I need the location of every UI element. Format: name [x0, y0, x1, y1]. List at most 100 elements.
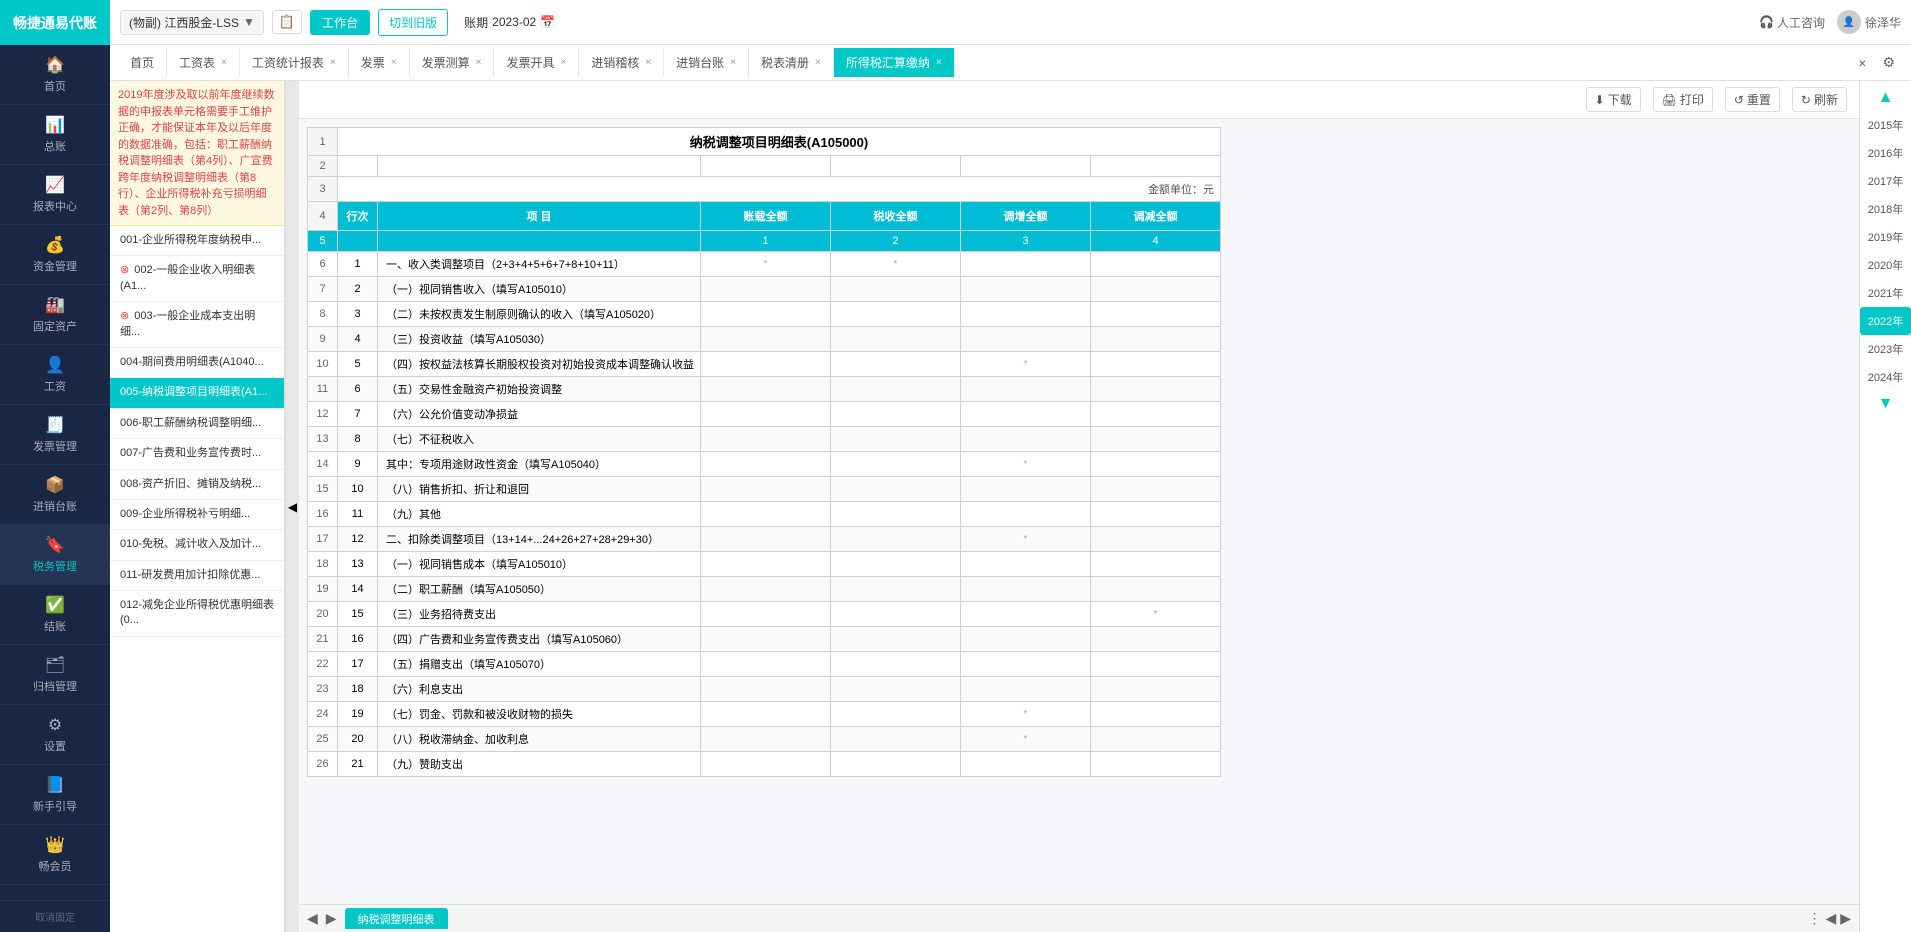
tabs-setting-button[interactable]: ⚙	[1874, 50, 1903, 75]
refresh-button[interactable]: ↻ 刷新	[1792, 87, 1847, 112]
left-list-item-009[interactable]: 009-企业所得税补亏明细...	[110, 500, 284, 530]
scroll-left-icon[interactable]: ◀	[307, 910, 318, 927]
reset-button[interactable]: ↺ 重置	[1725, 87, 1780, 112]
table-row: 83（二）未按权责发生制原则确认的收入（填写A105020）	[308, 302, 1221, 327]
tab-income-tax[interactable]: 所得税汇算缴纳×	[834, 48, 955, 77]
tabs-close-button[interactable]: ×	[1850, 51, 1874, 75]
left-list-item-010[interactable]: 010-免税、减计收入及加计...	[110, 530, 284, 560]
tab-close-invoice-open[interactable]: ×	[560, 57, 566, 68]
invoice-mgmt-icon: 🧾	[45, 415, 65, 435]
left-list-item-006[interactable]: 006-职工薪酬纳税调整明细...	[110, 409, 284, 439]
tab-invoice-calc[interactable]: 发票测算×	[410, 48, 495, 77]
tab-salary-stat[interactable]: 工资统计报表×	[240, 48, 349, 77]
left-list-item-008[interactable]: 008-资产折旧、摊销及纳税...	[110, 470, 284, 500]
tab-close-salary[interactable]: ×	[221, 57, 227, 68]
user-name: 徐泽华	[1865, 14, 1901, 31]
sub-header-1	[378, 231, 701, 252]
period-value: 2023-02	[492, 15, 536, 29]
vip-icon: 👑	[45, 835, 65, 855]
left-list-item-011[interactable]: 011-研发费用加计扣除优惠...	[110, 561, 284, 591]
left-list-item-003[interactable]: ⊗ 003-一般企业成本支出明细...	[110, 302, 284, 348]
table-row: 2318（六）利息支出	[308, 677, 1221, 702]
sidebar-footer[interactable]: 取消固定	[0, 900, 110, 932]
print-button[interactable]: 🖨 打印	[1653, 87, 1713, 112]
year-down-icon[interactable]: ▼	[1874, 391, 1898, 417]
bottom-tab-tax[interactable]: 纳税调整明细表	[345, 908, 448, 929]
sidebar-item-salary[interactable]: 👤工资	[0, 345, 110, 405]
user-menu[interactable]: 👤 徐泽华	[1837, 10, 1901, 34]
scroll-right-icon[interactable]: ▶	[326, 910, 337, 927]
topbar: (物副) 江西股金-LSS ▼ 📋 工作台 切到旧版 账期 2023-02 📅 …	[110, 0, 1911, 45]
tab-home[interactable]: 首页	[118, 48, 167, 77]
tab-close-income-tax[interactable]: ×	[936, 57, 942, 68]
sidebar-item-vip[interactable]: 👑畅会员	[0, 825, 110, 885]
tab-close-input-tax[interactable]: ×	[645, 57, 651, 68]
copy-button[interactable]: 📋	[272, 10, 302, 34]
left-list-item-002[interactable]: ⊗ 002-一般企业收入明细表(A1...	[110, 256, 284, 302]
year-item-2016年[interactable]: 2016年	[1860, 139, 1911, 167]
download-button[interactable]: ⬇ 下载	[1586, 87, 1641, 112]
sub-header-4: 3	[961, 231, 1091, 252]
home-icon: 🏠	[45, 55, 65, 75]
print-icon: 🖨	[1662, 93, 1677, 107]
salary-icon: 👤	[45, 355, 65, 375]
year-up-icon[interactable]: ▲	[1874, 85, 1898, 111]
year-item-2018年[interactable]: 2018年	[1860, 195, 1911, 223]
year-item-2015年[interactable]: 2015年	[1860, 111, 1911, 139]
year-item-2023年[interactable]: 2023年	[1860, 335, 1911, 363]
left-list-item-001[interactable]: 001-企业所得税年度纳税申...	[110, 226, 284, 256]
sidebar-item-settings[interactable]: ⚙设置	[0, 705, 110, 765]
archive-icon: 🗂	[45, 655, 65, 675]
table-row: 105（四）按权益法核算长期股权投资对初始投资成本调整确认收益*	[308, 352, 1221, 377]
old-version-button[interactable]: 切到旧版	[378, 9, 448, 36]
sidebar-item-settlement[interactable]: ✅结账	[0, 585, 110, 645]
error-dot: ⊗	[120, 264, 132, 276]
sidebar-item-report[interactable]: 📈报表中心	[0, 165, 110, 225]
sidebar-item-guide[interactable]: 📘新手引导	[0, 765, 110, 825]
content-area: 2019年度涉及取以前年度继续数据的申报表单元格需要手工维护正确，才能保证本年及…	[110, 81, 1911, 932]
sidebar-item-archive[interactable]: 🗂归档管理	[0, 645, 110, 705]
sidebar-item-general-ledger[interactable]: 📊总账	[0, 105, 110, 165]
row-num-3: 3	[308, 177, 338, 202]
sidebar-item-invoice-mgmt[interactable]: 🧾发票管理	[0, 405, 110, 465]
main-content: ⬇ 下载 🖨 打印 ↺ 重置 ↻ 刷新 1纳税调整项目	[299, 81, 1859, 932]
left-list-item-004[interactable]: 004-期间费用明细表(A1040...	[110, 348, 284, 378]
left-list-item-012[interactable]: 012-减免企业所得税优惠明细表(0...	[110, 591, 284, 637]
table-row: 94（三）投资收益（填写A105030）	[308, 327, 1221, 352]
tab-close-invoice-calc[interactable]: ×	[476, 57, 482, 68]
year-item-2017年[interactable]: 2017年	[1860, 167, 1911, 195]
year-panel: ▲2015年2016年2017年2018年2019年2020年2021年2022…	[1859, 81, 1911, 932]
tab-salary[interactable]: 工资表×	[167, 48, 240, 77]
sidebar-item-tax-mgmt[interactable]: 🔖税务管理	[0, 525, 110, 585]
tab-close-input-ledger[interactable]: ×	[730, 57, 736, 68]
sidebar-item-purchase-sales[interactable]: 📦进销台账	[0, 465, 110, 525]
collapse-button[interactable]: ◀	[285, 81, 299, 932]
workbench-button[interactable]: 工作台	[310, 10, 370, 35]
tab-close-tax-clear[interactable]: ×	[815, 57, 821, 68]
settings-icon: ⚙	[48, 715, 62, 735]
tab-input-ledger[interactable]: 进销台账×	[664, 48, 749, 77]
year-item-2021年[interactable]: 2021年	[1860, 279, 1911, 307]
company-selector[interactable]: (物副) 江西股金-LSS ▼	[120, 10, 264, 35]
sidebar-item-home[interactable]: 🏠首页	[0, 45, 110, 105]
tab-invoice-open[interactable]: 发票开具×	[494, 48, 579, 77]
left-list-item-005[interactable]: 005-纳税调整项目明细表(A1...	[110, 378, 284, 408]
tab-close-salary-stat[interactable]: ×	[330, 57, 336, 68]
year-item-2024年[interactable]: 2024年	[1860, 363, 1911, 391]
tab-input-tax[interactable]: 进销稽核×	[579, 48, 664, 77]
year-item-2019年[interactable]: 2019年	[1860, 223, 1911, 251]
year-item-2022年[interactable]: 2022年	[1860, 307, 1911, 335]
table-row: 116（五）交易性金融资产初始投资调整	[308, 377, 1221, 402]
col-header-3: 税收全额	[831, 202, 961, 231]
left-list-item-007[interactable]: 007-广告费和业务宣传费时...	[110, 439, 284, 469]
tab-invoice[interactable]: 发票×	[349, 48, 410, 77]
sidebar: 畅捷通易代账 🏠首页📊总账📈报表中心💰资金管理🏭固定资产👤工资🧾发票管理📦进销台…	[0, 0, 110, 932]
period-selector[interactable]: 账期 2023-02 📅	[464, 14, 555, 31]
service-btn[interactable]: 🎧 人工咨询	[1759, 14, 1825, 31]
settlement-icon: ✅	[45, 595, 65, 615]
tab-tax-clear[interactable]: 税表清册×	[749, 48, 834, 77]
sidebar-item-fixed-assets[interactable]: 🏭固定资产	[0, 285, 110, 345]
year-item-2020年[interactable]: 2020年	[1860, 251, 1911, 279]
tab-close-invoice[interactable]: ×	[391, 57, 397, 68]
sidebar-item-capital[interactable]: 💰资金管理	[0, 225, 110, 285]
